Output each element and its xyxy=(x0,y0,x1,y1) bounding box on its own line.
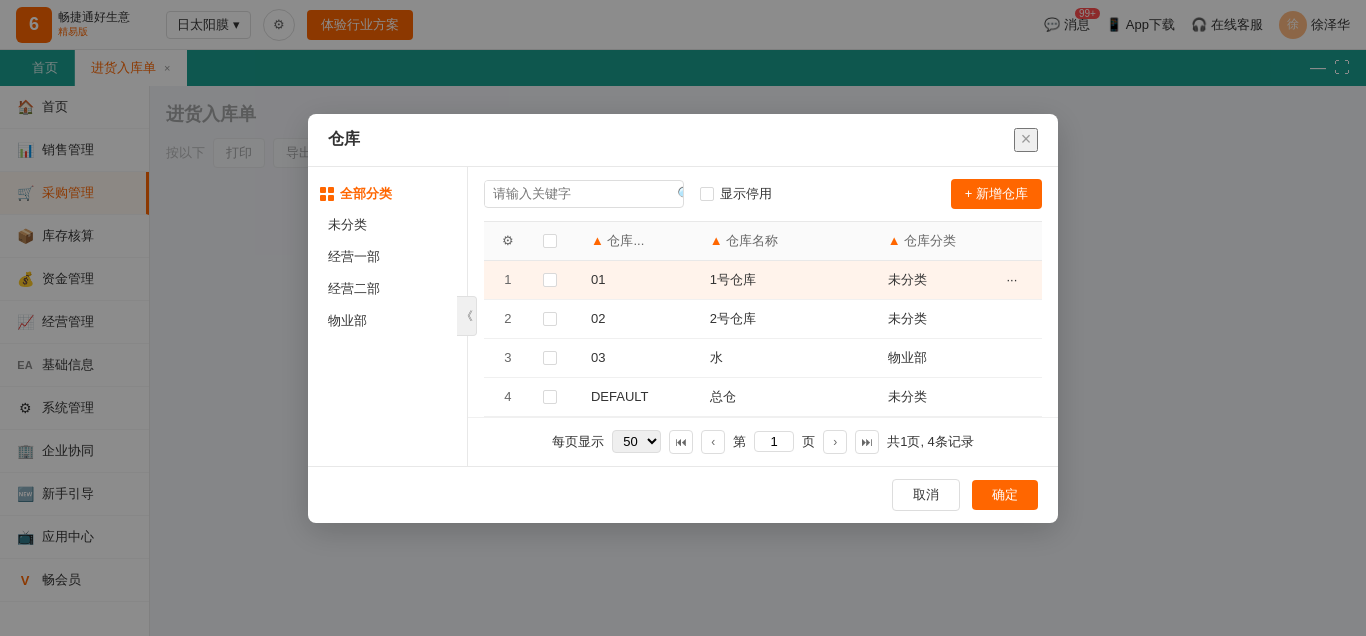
grid-icon xyxy=(320,187,334,201)
row-code-4: DEFAULT xyxy=(579,377,698,416)
row-checkbox-4[interactable] xyxy=(531,377,578,416)
row-actions-2[interactable] xyxy=(994,299,1042,338)
row-code-2: 02 xyxy=(579,299,698,338)
data-table: ⚙ ▲ 仓库... ▲ xyxy=(468,221,1058,417)
show-disabled-toggle[interactable]: 显示停用 xyxy=(700,185,772,203)
modal-close-button[interactable]: × xyxy=(1014,128,1038,152)
modal-title: 仓库 xyxy=(328,129,360,150)
modal-header: 仓库 × xyxy=(308,114,1058,167)
row-name-3: 水 xyxy=(698,338,876,377)
category-item-property[interactable]: 物业部 xyxy=(308,305,467,337)
row-category-3: 物业部 xyxy=(876,338,995,377)
row-code-3: 03 xyxy=(579,338,698,377)
cancel-button[interactable]: 取消 xyxy=(892,479,960,511)
row-checkbox-3[interactable] xyxy=(531,338,578,377)
table-toolbar: 🔍 显示停用 + 新增仓库 xyxy=(468,167,1058,221)
search-icon: 🔍 xyxy=(677,186,684,202)
category-collapse-button[interactable]: 《 xyxy=(457,296,477,336)
modal-footer: 取消 确定 xyxy=(308,466,1058,523)
category-item-ops1[interactable]: 经营一部 xyxy=(308,241,467,273)
row-checkbox-1[interactable] xyxy=(531,260,578,299)
row-name-1: 1号仓库 xyxy=(698,260,876,299)
settings-icon: ⚙ xyxy=(502,233,514,248)
page-unit: 页 xyxy=(802,433,815,451)
row-num: 2 xyxy=(484,299,531,338)
row-name-2: 2号仓库 xyxy=(698,299,876,338)
category-item-ops2[interactable]: 经营二部 xyxy=(308,273,467,305)
last-page-button[interactable]: ⏭ xyxy=(855,430,879,454)
col-header-actions xyxy=(994,221,1042,260)
col-header-code: ▲ 仓库... xyxy=(579,221,698,260)
row-code-1: 01 xyxy=(579,260,698,299)
search-button[interactable]: 🔍 xyxy=(669,181,684,207)
category-sidebar: 全部分类 未分类 经营一部 经营二部 物业部 《 xyxy=(308,167,468,466)
show-disabled-label: 显示停用 xyxy=(720,185,772,203)
row-category-1: 未分类 xyxy=(876,260,995,299)
confirm-button[interactable]: 确定 xyxy=(972,480,1038,510)
modal-overlay: 仓库 × 全部分类 未分类 经营一部 经营二部 xyxy=(0,0,1366,636)
row-checkbox-2[interactable] xyxy=(531,299,578,338)
page-size-select[interactable]: 50 xyxy=(612,430,661,453)
row-name-4: 总仓 xyxy=(698,377,876,416)
col-header-checkbox[interactable] xyxy=(531,221,578,260)
search-input[interactable] xyxy=(485,181,669,206)
table-header-row: ⚙ ▲ 仓库... ▲ xyxy=(484,221,1042,260)
more-icon[interactable]: ··· xyxy=(1006,272,1017,287)
select-all-checkbox[interactable] xyxy=(543,234,557,248)
sort-icon-name: ▲ xyxy=(710,233,723,248)
sort-icon-category: ▲ xyxy=(888,233,901,248)
warehouse-modal: 仓库 × 全部分类 未分类 经营一部 经营二部 xyxy=(308,114,1058,523)
row-actions-3[interactable] xyxy=(994,338,1042,377)
row-num: 3 xyxy=(484,338,531,377)
col-header-category: ▲ 仓库分类 xyxy=(876,221,995,260)
sort-icon-code: ▲ xyxy=(591,233,604,248)
table-row[interactable]: 1 01 1号仓库 未分类 ··· xyxy=(484,260,1042,299)
col-header-name: ▲ 仓库名称 xyxy=(698,221,876,260)
table-row[interactable]: 4 DEFAULT 总仓 未分类 xyxy=(484,377,1042,416)
page-number-input[interactable] xyxy=(754,431,794,452)
row-category-4: 未分类 xyxy=(876,377,995,416)
prev-page-button[interactable]: ‹ xyxy=(701,430,725,454)
category-all-item[interactable]: 全部分类 xyxy=(308,179,467,209)
page-label: 第 xyxy=(733,433,746,451)
page-size-label: 每页显示 xyxy=(552,433,604,451)
row-check-input[interactable] xyxy=(543,351,557,365)
add-warehouse-button[interactable]: + 新增仓库 xyxy=(951,179,1042,209)
row-actions-1[interactable]: ··· xyxy=(994,260,1042,299)
warehouse-table: ⚙ ▲ 仓库... ▲ xyxy=(484,221,1042,417)
first-page-button[interactable]: ⏮ xyxy=(669,430,693,454)
next-page-button[interactable]: › xyxy=(823,430,847,454)
pagination: 每页显示 50 ⏮ ‹ 第 页 › ⏭ 共1页, 4条记录 xyxy=(468,417,1058,466)
row-check-input[interactable] xyxy=(543,312,557,326)
row-num: 1 xyxy=(484,260,531,299)
table-row[interactable]: 3 03 水 物业部 xyxy=(484,338,1042,377)
col-header-settings: ⚙ xyxy=(484,221,531,260)
show-disabled-checkbox[interactable] xyxy=(700,187,714,201)
row-category-2: 未分类 xyxy=(876,299,995,338)
modal-body: 全部分类 未分类 经营一部 经营二部 物业部 《 xyxy=(308,167,1058,466)
category-item-unclassified[interactable]: 未分类 xyxy=(308,209,467,241)
total-info: 共1页, 4条记录 xyxy=(887,433,974,451)
table-area: 🔍 显示停用 + 新增仓库 xyxy=(468,167,1058,466)
row-num: 4 xyxy=(484,377,531,416)
row-check-input[interactable] xyxy=(543,273,557,287)
row-actions-4[interactable] xyxy=(994,377,1042,416)
row-check-input[interactable] xyxy=(543,390,557,404)
search-box: 🔍 xyxy=(484,180,684,208)
table-row[interactable]: 2 02 2号仓库 未分类 xyxy=(484,299,1042,338)
